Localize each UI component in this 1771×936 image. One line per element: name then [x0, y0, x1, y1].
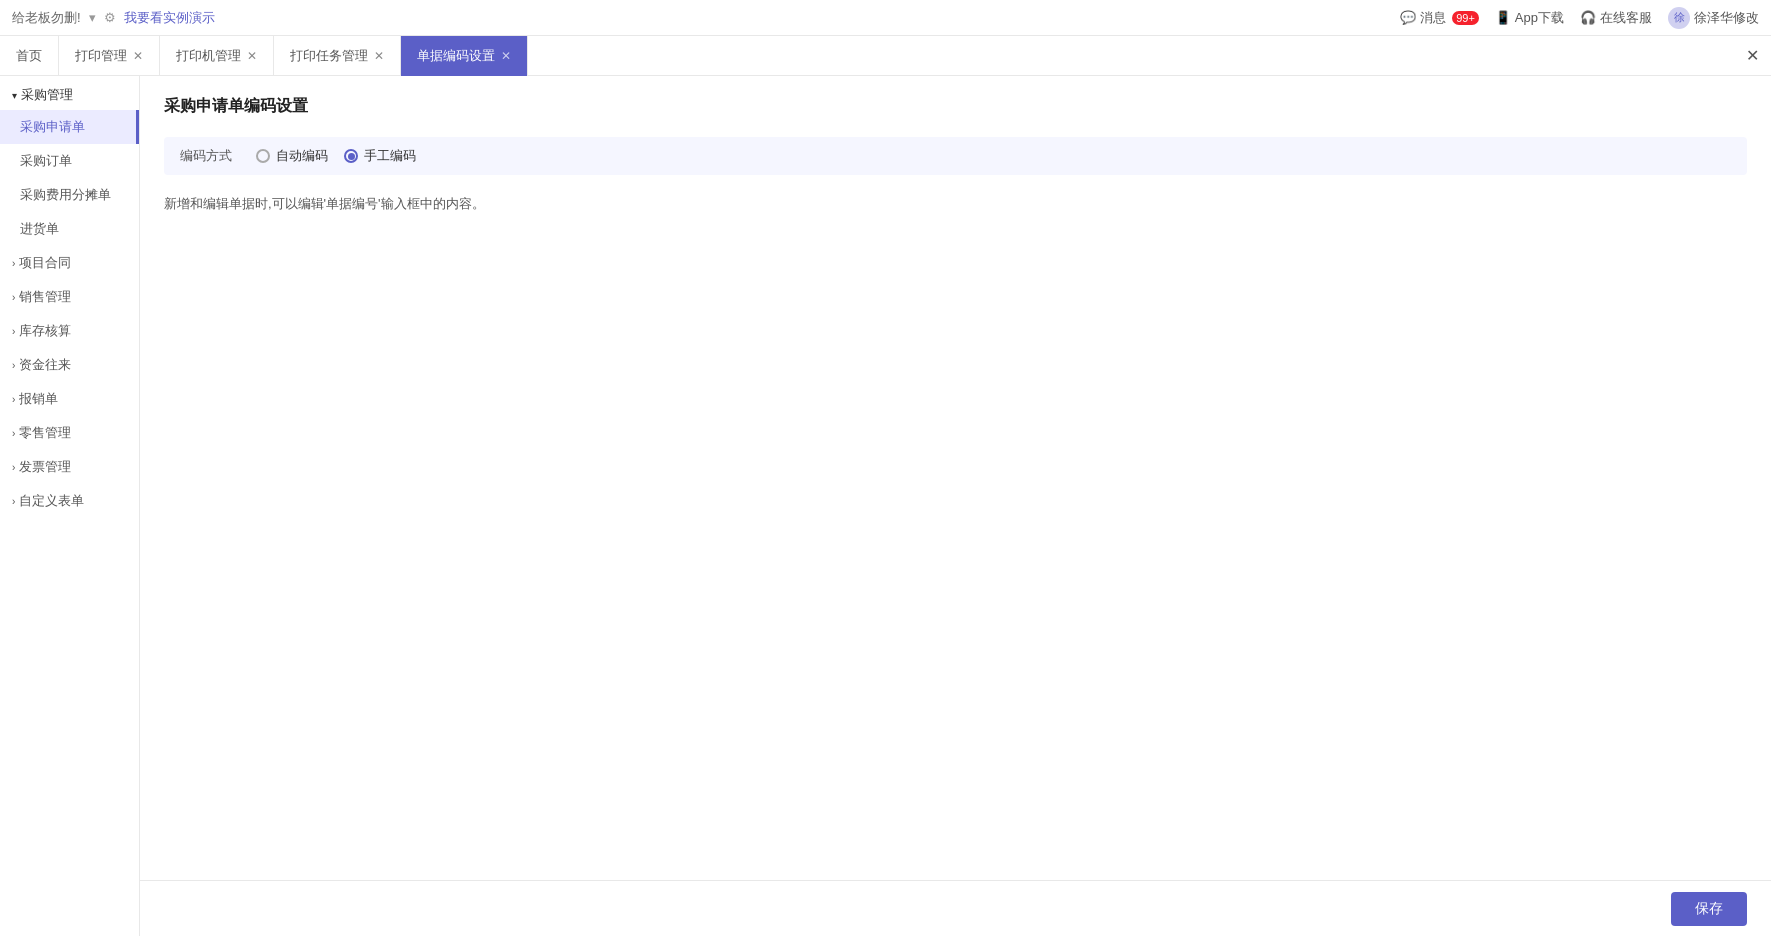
- content-footer: 保存: [140, 880, 1771, 936]
- top-bar-notice: 给老板勿删!: [12, 9, 81, 27]
- radio-auto-label: 自动编码: [276, 147, 328, 165]
- tab-print-manage-close[interactable]: ✕: [133, 49, 143, 63]
- tab-bill-code-label: 单据编码设置: [417, 47, 495, 65]
- tab-print-manage[interactable]: 打印管理 ✕: [59, 36, 160, 76]
- sidebar-group-sales[interactable]: › 销售管理: [0, 280, 139, 314]
- tab-print-task[interactable]: 打印任务管理 ✕: [274, 36, 401, 76]
- sidebar-item-purchase-expense[interactable]: 采购费用分摊单: [0, 178, 139, 212]
- sidebar-group-invoice[interactable]: › 发票管理: [0, 450, 139, 484]
- main-layout: ▾ 采购管理 采购申请单 采购订单 采购费用分摊单 进货单 › 项目合同 › 销…: [0, 76, 1771, 936]
- sidebar-group-purchase[interactable]: ▾ 采购管理: [0, 76, 139, 110]
- top-bar-left: 给老板勿删! ▾ ⚙ 我要看实例演示: [12, 9, 215, 27]
- tab-printer-manage[interactable]: 打印机管理 ✕: [160, 36, 274, 76]
- chevron-right-icon-4: ›: [12, 360, 15, 371]
- chevron-right-icon-3: ›: [12, 326, 15, 337]
- chevron-right-icon-8: ›: [12, 496, 15, 507]
- top-bar-right: 💬 消息 99+ 📱 App下载 🎧 在线客服 徐 徐泽华修改: [1400, 7, 1759, 29]
- tab-print-task-label: 打印任务管理: [290, 47, 368, 65]
- sidebar-item-stock-in[interactable]: 进货单: [0, 212, 139, 246]
- chevron-right-icon-5: ›: [12, 394, 15, 405]
- headset-icon: 🎧: [1580, 10, 1596, 25]
- dropdown-icon[interactable]: ▾: [89, 10, 96, 25]
- tab-home[interactable]: 首页: [0, 36, 59, 76]
- tab-bar-close[interactable]: ✕: [1734, 38, 1771, 73]
- sidebar-group-project[interactable]: › 项目合同: [0, 246, 139, 280]
- sidebar: ▾ 采购管理 采购申请单 采购订单 采购费用分摊单 进货单 › 项目合同 › 销…: [0, 76, 140, 936]
- radio-group: 自动编码 手工编码: [256, 147, 416, 165]
- tab-bill-code[interactable]: 单据编码设置 ✕: [401, 36, 528, 76]
- sidebar-group-retail[interactable]: › 零售管理: [0, 416, 139, 450]
- chevron-right-icon: ›: [12, 258, 15, 269]
- sidebar-group-purchase-label: 采购管理: [21, 86, 73, 104]
- encoding-row: 编码方式 自动编码 手工编码: [164, 137, 1747, 175]
- app-download-button[interactable]: 📱 App下载: [1495, 9, 1564, 27]
- radio-manual-label: 手工编码: [364, 147, 416, 165]
- sidebar-item-purchase-request[interactable]: 采购申请单: [0, 110, 139, 144]
- chevron-right-icon-7: ›: [12, 462, 15, 473]
- tab-printer-manage-label: 打印机管理: [176, 47, 241, 65]
- radio-manual[interactable]: 手工编码: [344, 147, 416, 165]
- tab-bill-code-close[interactable]: ✕: [501, 49, 511, 63]
- chevron-right-icon-6: ›: [12, 428, 15, 439]
- tab-home-label: 首页: [16, 47, 42, 65]
- radio-manual-circle: [344, 149, 358, 163]
- message-button[interactable]: 💬 消息 99+: [1400, 9, 1479, 27]
- save-button[interactable]: 保存: [1671, 892, 1747, 926]
- message-badge: 99+: [1452, 11, 1479, 25]
- tab-print-manage-label: 打印管理: [75, 47, 127, 65]
- sidebar-item-purchase-order[interactable]: 采购订单: [0, 144, 139, 178]
- top-bar: 给老板勿删! ▾ ⚙ 我要看实例演示 💬 消息 99+ 📱 App下载 🎧 在线…: [0, 0, 1771, 36]
- radio-auto-circle: [256, 149, 270, 163]
- tab-bar: 首页 打印管理 ✕ 打印机管理 ✕ 打印任务管理 ✕ 单据编码设置 ✕ ✕: [0, 36, 1771, 76]
- sidebar-group-inventory[interactable]: › 库存核算: [0, 314, 139, 348]
- radio-auto[interactable]: 自动编码: [256, 147, 328, 165]
- tab-print-task-close[interactable]: ✕: [374, 49, 384, 63]
- page-title: 采购申请单编码设置: [164, 96, 1747, 117]
- user-menu[interactable]: 徐 徐泽华修改: [1668, 7, 1759, 29]
- encoding-label: 编码方式: [180, 147, 232, 165]
- content-inner: 采购申请单编码设置 编码方式 自动编码 手工编码 新增和编辑单据时,可以编辑'单…: [140, 76, 1771, 880]
- message-icon: 💬: [1400, 10, 1416, 25]
- online-service-button[interactable]: 🎧 在线客服: [1580, 9, 1652, 27]
- hint-text: 新增和编辑单据时,可以编辑'单据编号'输入框中的内容。: [164, 195, 1747, 213]
- demo-text[interactable]: 我要看实例演示: [124, 9, 215, 27]
- sidebar-group-fund[interactable]: › 资金往来: [0, 348, 139, 382]
- avatar-icon: 徐: [1668, 7, 1690, 29]
- chevron-right-icon-2: ›: [12, 292, 15, 303]
- sidebar-group-custom-form[interactable]: › 自定义表单: [0, 484, 139, 518]
- chevron-down-icon: ▾: [12, 90, 17, 101]
- tab-printer-manage-close[interactable]: ✕: [247, 49, 257, 63]
- content-area: 采购申请单编码设置 编码方式 自动编码 手工编码 新增和编辑单据时,可以编辑'单…: [140, 76, 1771, 936]
- sidebar-group-return[interactable]: › 报销单: [0, 382, 139, 416]
- settings-icon[interactable]: ⚙: [104, 10, 116, 25]
- app-icon: 📱: [1495, 10, 1511, 25]
